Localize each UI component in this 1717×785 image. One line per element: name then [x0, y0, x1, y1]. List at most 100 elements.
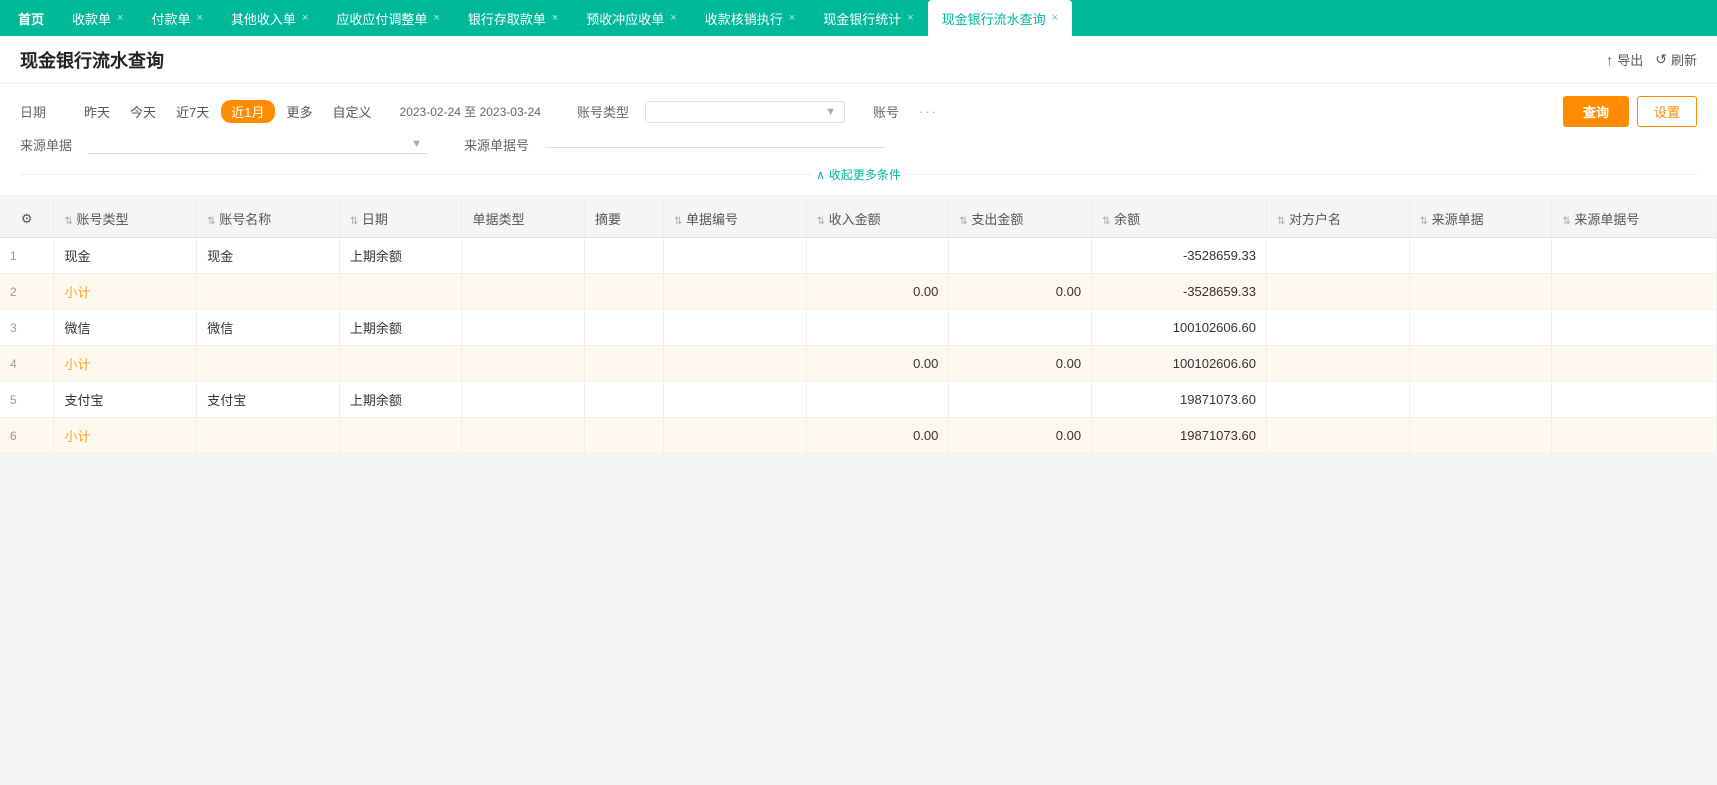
cell-balance: -3528659.33: [1092, 274, 1267, 310]
row-index: 2: [10, 285, 17, 299]
nav-item-ar-ap-adjust[interactable]: 应收应付调整单×: [322, 0, 453, 36]
close-tab-icon[interactable]: ×: [1052, 12, 1058, 24]
cell-balance: 19871073.60: [1092, 418, 1267, 454]
cell-doc_no: [663, 418, 806, 454]
cell-source_doc_no: [1552, 382, 1717, 418]
account-type-select[interactable]: ▼: [645, 101, 845, 123]
col-header-balance[interactable]: ⇅ 余额: [1092, 200, 1267, 238]
export-button[interactable]: ↑ 导出: [1606, 50, 1643, 69]
cell-date: 上期余额: [339, 310, 462, 346]
cell-doc_no: [663, 346, 806, 382]
cell-settings: 6: [0, 418, 54, 454]
cell-source_doc: [1409, 310, 1552, 346]
cell-source_doc_no: [1552, 274, 1717, 310]
col-header-account_type[interactable]: ⇅ 账号类型: [54, 200, 197, 238]
row-index: 1: [10, 249, 17, 263]
filter-row-1: 日期 昨天今天近7天近1月更多自定义 2023-02-24 至 2023-03-…: [20, 96, 1697, 127]
cell-balance: 100102606.60: [1092, 310, 1267, 346]
source-doc-num-input[interactable]: [545, 141, 885, 148]
col-header-settings: ⚙: [0, 200, 54, 238]
page-header: 现金银行流水查询 ↑ 导出 ↺ 刷新: [0, 36, 1717, 84]
cell-counterparty: [1266, 274, 1409, 310]
col-header-date[interactable]: ⇅ 日期: [339, 200, 462, 238]
cell-balance: 100102606.60: [1092, 346, 1267, 382]
cell-expense: [949, 310, 1092, 346]
date-option-more[interactable]: 更多: [279, 100, 321, 123]
account-type-arrow-icon: ▼: [825, 106, 836, 118]
date-options: 昨天今天近7天近1月更多自定义: [76, 100, 380, 123]
col-header-source_doc[interactable]: ⇅ 来源单据: [1409, 200, 1552, 238]
refresh-button[interactable]: ↺ 刷新: [1655, 50, 1697, 69]
nav-item-receipts[interactable]: 收款单×: [58, 0, 137, 36]
table-row: 5支付宝支付宝上期余额19871073.60: [0, 382, 1717, 418]
nav-item-other-income[interactable]: 其他收入单×: [217, 0, 322, 36]
settings-button[interactable]: 设置: [1637, 96, 1697, 127]
cell-summary: [585, 274, 664, 310]
nav-item-cash-bank-stat[interactable]: 现金银行统计×: [809, 0, 927, 36]
data-table-container: ⚙⇅ 账号类型⇅ 账号名称⇅ 日期单据类型摘要⇅ 单据编号⇅ 收入金额⇅ 支出金…: [0, 200, 1717, 454]
cell-date: [339, 346, 462, 382]
date-option-today[interactable]: 今天: [122, 100, 164, 123]
close-tab-icon[interactable]: ×: [552, 12, 558, 24]
col-header-doc_no[interactable]: ⇅ 单据编号: [663, 200, 806, 238]
date-option-custom[interactable]: 自定义: [325, 100, 380, 123]
close-tab-icon[interactable]: ×: [302, 12, 308, 24]
collapse-bar[interactable]: ∧ 收起更多条件: [20, 162, 1697, 187]
date-option-last7days[interactable]: 近7天: [168, 100, 217, 123]
refresh-icon: ↺: [1655, 51, 1667, 68]
cell-doc_no: [663, 382, 806, 418]
cell-income: 0.00: [806, 274, 949, 310]
nav-item-payments[interactable]: 付款单×: [137, 0, 216, 36]
cell-source_doc_no: [1552, 418, 1717, 454]
date-option-last1month[interactable]: 近1月: [221, 100, 274, 123]
nav-item-advance-offset[interactable]: 预收冲应收单×: [572, 0, 690, 36]
cell-account_type: 支付宝: [54, 382, 197, 418]
table-settings-icon[interactable]: ⚙: [21, 211, 33, 226]
nav-item-cash-bank-flow[interactable]: 现金银行流水查询×: [928, 0, 1072, 36]
collapse-icon: ∧: [816, 168, 825, 182]
account-label: 账号: [873, 102, 903, 121]
cell-source_doc_no: [1552, 310, 1717, 346]
subtotal-label: 小计: [64, 285, 90, 300]
col-header-counterparty[interactable]: ⇅ 对方户名: [1266, 200, 1409, 238]
cell-account_name: 支付宝: [197, 382, 340, 418]
sort-icon-balance: ⇅: [1102, 216, 1110, 227]
query-button[interactable]: 查询: [1563, 96, 1629, 127]
table-row: 6小计0.000.0019871073.60: [0, 418, 1717, 454]
cell-summary: [585, 310, 664, 346]
cell-income: 0.00: [806, 346, 949, 382]
nav-item-collect-verify[interactable]: 收款核销执行×: [691, 0, 809, 36]
cell-balance: -3528659.33: [1092, 238, 1267, 274]
table-row: 2小计0.000.00-3528659.33: [0, 274, 1717, 310]
nav-home[interactable]: 首页: [4, 0, 58, 36]
col-header-income[interactable]: ⇅ 收入金额: [806, 200, 949, 238]
close-tab-icon[interactable]: ×: [789, 12, 795, 24]
table-body: 1现金现金上期余额-3528659.332小计0.000.00-3528659.…: [0, 238, 1717, 454]
date-option-yesterday[interactable]: 昨天: [76, 100, 118, 123]
col-header-expense[interactable]: ⇅ 支出金额: [949, 200, 1092, 238]
cell-settings: 3: [0, 310, 54, 346]
close-tab-icon[interactable]: ×: [433, 12, 439, 24]
col-header-source_doc_no[interactable]: ⇅ 来源单据号: [1552, 200, 1717, 238]
cell-source_doc: [1409, 382, 1552, 418]
cell-expense: [949, 382, 1092, 418]
close-tab-icon[interactable]: ×: [196, 12, 202, 24]
cell-source_doc: [1409, 238, 1552, 274]
cell-doc_no: [663, 238, 806, 274]
cell-source_doc: [1409, 346, 1552, 382]
cell-date: [339, 418, 462, 454]
date-filter-label: 日期: [20, 102, 60, 121]
sort-icon-source_doc_no: ⇅: [1562, 216, 1570, 227]
source-doc-select[interactable]: ▼: [88, 135, 428, 154]
sort-icon-counterparty: ⇅: [1277, 216, 1285, 227]
close-tab-icon[interactable]: ×: [117, 12, 123, 24]
cell-counterparty: [1266, 418, 1409, 454]
col-header-doc_type: 单据类型: [462, 200, 585, 238]
account-dots[interactable]: ···: [919, 104, 938, 119]
nav-item-bank-deposit[interactable]: 银行存取款单×: [454, 0, 572, 36]
col-header-account_name[interactable]: ⇅ 账号名称: [197, 200, 340, 238]
close-tab-icon[interactable]: ×: [907, 12, 913, 24]
cell-date: 上期余额: [339, 238, 462, 274]
cell-income: [806, 310, 949, 346]
close-tab-icon[interactable]: ×: [670, 12, 676, 24]
